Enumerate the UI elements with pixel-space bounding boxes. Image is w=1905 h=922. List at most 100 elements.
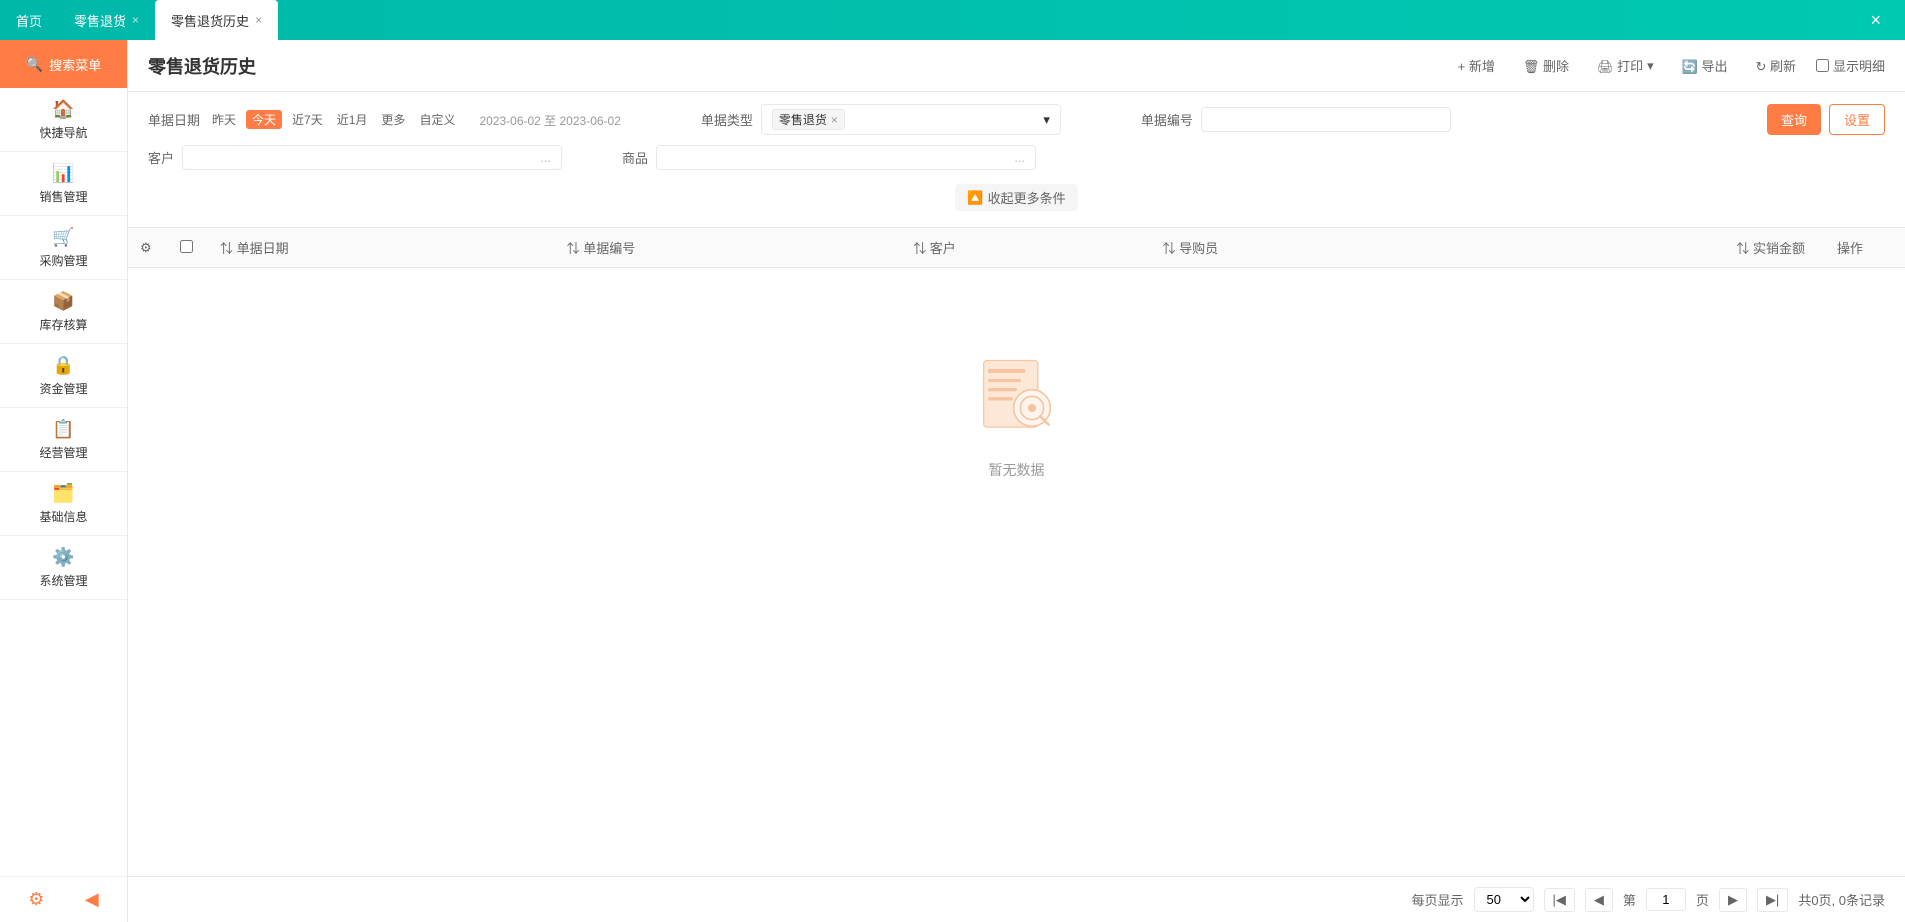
window-close-icon[interactable]: × (1862, 6, 1889, 35)
filter-date: 单据日期 昨天 今天 近7天 近1月 更多 自定义 (148, 110, 459, 129)
date-last-month[interactable]: 近1月 (333, 110, 372, 129)
collapse-up-icon: 🔼 (967, 190, 983, 206)
sys-icon: ⚙️ (52, 547, 74, 568)
next-page-button[interactable]: ▶ (1719, 888, 1747, 912)
sidebar-item-inventory-label: 库存核算 (39, 316, 87, 333)
doc-number-input[interactable] (1201, 107, 1451, 132)
date-custom[interactable]: 自定义 (415, 110, 459, 129)
th-amount[interactable]: ⇅ 实销金额 (1448, 228, 1825, 268)
sidebar-item-ops-mgmt[interactable]: 📋 经营管理 (0, 408, 127, 472)
tab-retail-return-label: 零售退货 (74, 11, 126, 30)
sidebar-item-sales-mgmt-label: 销售管理 (39, 188, 87, 205)
tab-retail-return[interactable]: 零售退货 × (58, 0, 155, 40)
sidebar-settings-icon[interactable]: ⚙ (28, 889, 44, 910)
sidebar-bottom: ⚙ ◀ (0, 876, 127, 922)
export-label: 🔄 导出 (1682, 56, 1728, 75)
print-label: 🖨 打印 (1597, 56, 1643, 75)
date-last7[interactable]: 近7天 (288, 110, 327, 129)
tab-retail-return-history[interactable]: 零售退货历史 × (155, 0, 278, 40)
search-icon: 🔍 (26, 56, 43, 73)
page-label: 第 (1623, 890, 1636, 909)
page-title: 零售退货历史 (148, 53, 256, 79)
date-range: 2023-06-02 至 2023-06-02 (479, 112, 620, 129)
doc-type-label: 单据类型 (701, 110, 753, 129)
th-doc-date[interactable]: ⇅ 单据日期 (208, 228, 555, 268)
tab-retail-return-close[interactable]: × (132, 13, 139, 27)
tab-retail-return-history-close[interactable]: × (255, 13, 262, 27)
doc-type-value: 零售退货 (779, 111, 827, 128)
tab-home[interactable]: 首页 (0, 0, 58, 40)
th-doc-no-label: ⇅ 单据编号 (567, 241, 636, 256)
th-customer[interactable]: ⇅ 客户 (901, 228, 1150, 268)
show-detail-checkbox[interactable]: 显示明细 (1816, 56, 1885, 75)
print-button[interactable]: 🖨 打印 ▾ (1589, 52, 1662, 79)
sidebar-collapse-icon[interactable]: ◀ (85, 889, 99, 910)
last-page-button[interactable]: ▶| (1757, 888, 1788, 912)
add-label: + 新增 (1458, 56, 1495, 75)
query-button[interactable]: 查询 (1767, 104, 1821, 135)
customer-input[interactable]: ... (182, 145, 562, 170)
sidebar-item-finance[interactable]: 🔒 资金管理 (0, 344, 127, 408)
sidebar-item-sales-mgmt[interactable]: 📊 销售管理 (0, 152, 127, 216)
sidebar-item-basic-info-label: 基础信息 (39, 508, 87, 525)
sidebar-item-inventory[interactable]: 📦 库存核算 (0, 280, 127, 344)
sidebar-item-basic-info[interactable]: 🗂️ 基础信息 (0, 472, 127, 536)
doc-number-label: 单据编号 (1141, 110, 1193, 129)
export-button[interactable]: 🔄 导出 (1674, 52, 1736, 79)
customer-placeholder: ... (540, 150, 551, 165)
show-detail-check[interactable] (1816, 59, 1829, 72)
home-icon: 🏠 (52, 99, 74, 120)
finance-icon: 🔒 (52, 355, 74, 376)
content-area: 零售退货历史 + 新增 🗑 删除 🖨 打印 ▾ 🔄 导出 (128, 40, 1905, 922)
first-page-button[interactable]: |◀ (1544, 888, 1575, 912)
page-header: 零售退货历史 + 新增 🗑 删除 🖨 打印 ▾ 🔄 导出 (128, 40, 1905, 92)
prev-page-button[interactable]: ◀ (1585, 888, 1613, 912)
sidebar-item-sys-mgmt[interactable]: ⚙️ 系统管理 (0, 536, 127, 600)
th-customer-label: ⇅ 客户 (913, 241, 956, 256)
customer-label: 客户 (148, 148, 174, 167)
date-shortcuts: 昨天 今天 近7天 近1月 更多 自定义 (208, 110, 459, 129)
page-unit: 页 (1696, 890, 1709, 909)
th-guide[interactable]: ⇅ 导购员 (1150, 228, 1448, 268)
purchase-icon: 🛒 (52, 227, 74, 248)
date-today[interactable]: 今天 (246, 110, 282, 129)
filter-row-2: 客户 ... 商品 ... (148, 145, 1885, 170)
goods-input[interactable]: ... (656, 145, 1036, 170)
th-ops: 操作 (1825, 228, 1905, 268)
filter-doc-type: 单据类型 零售退货 × ▾ (701, 104, 1061, 135)
delete-button[interactable]: 🗑 删除 (1515, 52, 1577, 79)
th-settings[interactable]: ⚙ (128, 228, 168, 268)
total-text: 共0页, 0条记录 (1798, 890, 1885, 909)
filter-doc-number: 单据编号 (1141, 107, 1451, 132)
sidebar-item-quick-nav[interactable]: 🏠 快捷导航 (0, 88, 127, 152)
sidebar-item-purchase-mgmt[interactable]: 🛒 采购管理 (0, 216, 127, 280)
basic-info-icon: 🗂️ (52, 483, 74, 504)
date-yesterday[interactable]: 昨天 (208, 110, 240, 129)
doc-type-tag: 零售退货 × (772, 109, 845, 130)
print-chevron-icon: ▾ (1647, 58, 1654, 74)
sidebar-item-purchase-mgmt-label: 采购管理 (39, 252, 87, 269)
refresh-label: ↻ 刷新 (1755, 56, 1796, 75)
table-body: 暂无数据 (128, 268, 1905, 561)
inventory-icon: 📦 (52, 291, 74, 312)
empty-text: 暂无数据 (989, 460, 1045, 480)
th-doc-no[interactable]: ⇅ 单据编号 (555, 228, 902, 268)
doc-type-remove-icon[interactable]: × (831, 113, 838, 127)
sidebar-item-quick-nav-label: 快捷导航 (39, 124, 87, 141)
date-more[interactable]: 更多 (377, 110, 409, 129)
th-ops-label: 操作 (1837, 241, 1863, 256)
th-check[interactable] (168, 228, 208, 268)
sidebar-search[interactable]: 🔍 搜索菜单 (0, 40, 127, 88)
settings-button[interactable]: 设置 (1829, 104, 1885, 135)
sidebar: 🔍 搜索菜单 🏠 快捷导航 📊 销售管理 🛒 采购管理 📦 库存核算 🔒 资金管… (0, 40, 128, 922)
page-size-select[interactable]: 20 50 100 (1474, 887, 1534, 912)
select-all-checkbox[interactable] (180, 240, 193, 253)
sidebar-item-finance-label: 资金管理 (39, 380, 87, 397)
refresh-button[interactable]: ↻ 刷新 (1747, 52, 1804, 79)
empty-state-row: 暂无数据 (128, 268, 1905, 561)
add-button[interactable]: + 新增 (1450, 52, 1503, 79)
current-page-input[interactable]: 1 (1646, 888, 1686, 911)
doc-type-select[interactable]: 零售退货 × ▾ (761, 104, 1061, 135)
collapse-label: 收起更多条件 (988, 188, 1066, 207)
collapse-button[interactable]: 🔼 收起更多条件 (955, 184, 1077, 211)
